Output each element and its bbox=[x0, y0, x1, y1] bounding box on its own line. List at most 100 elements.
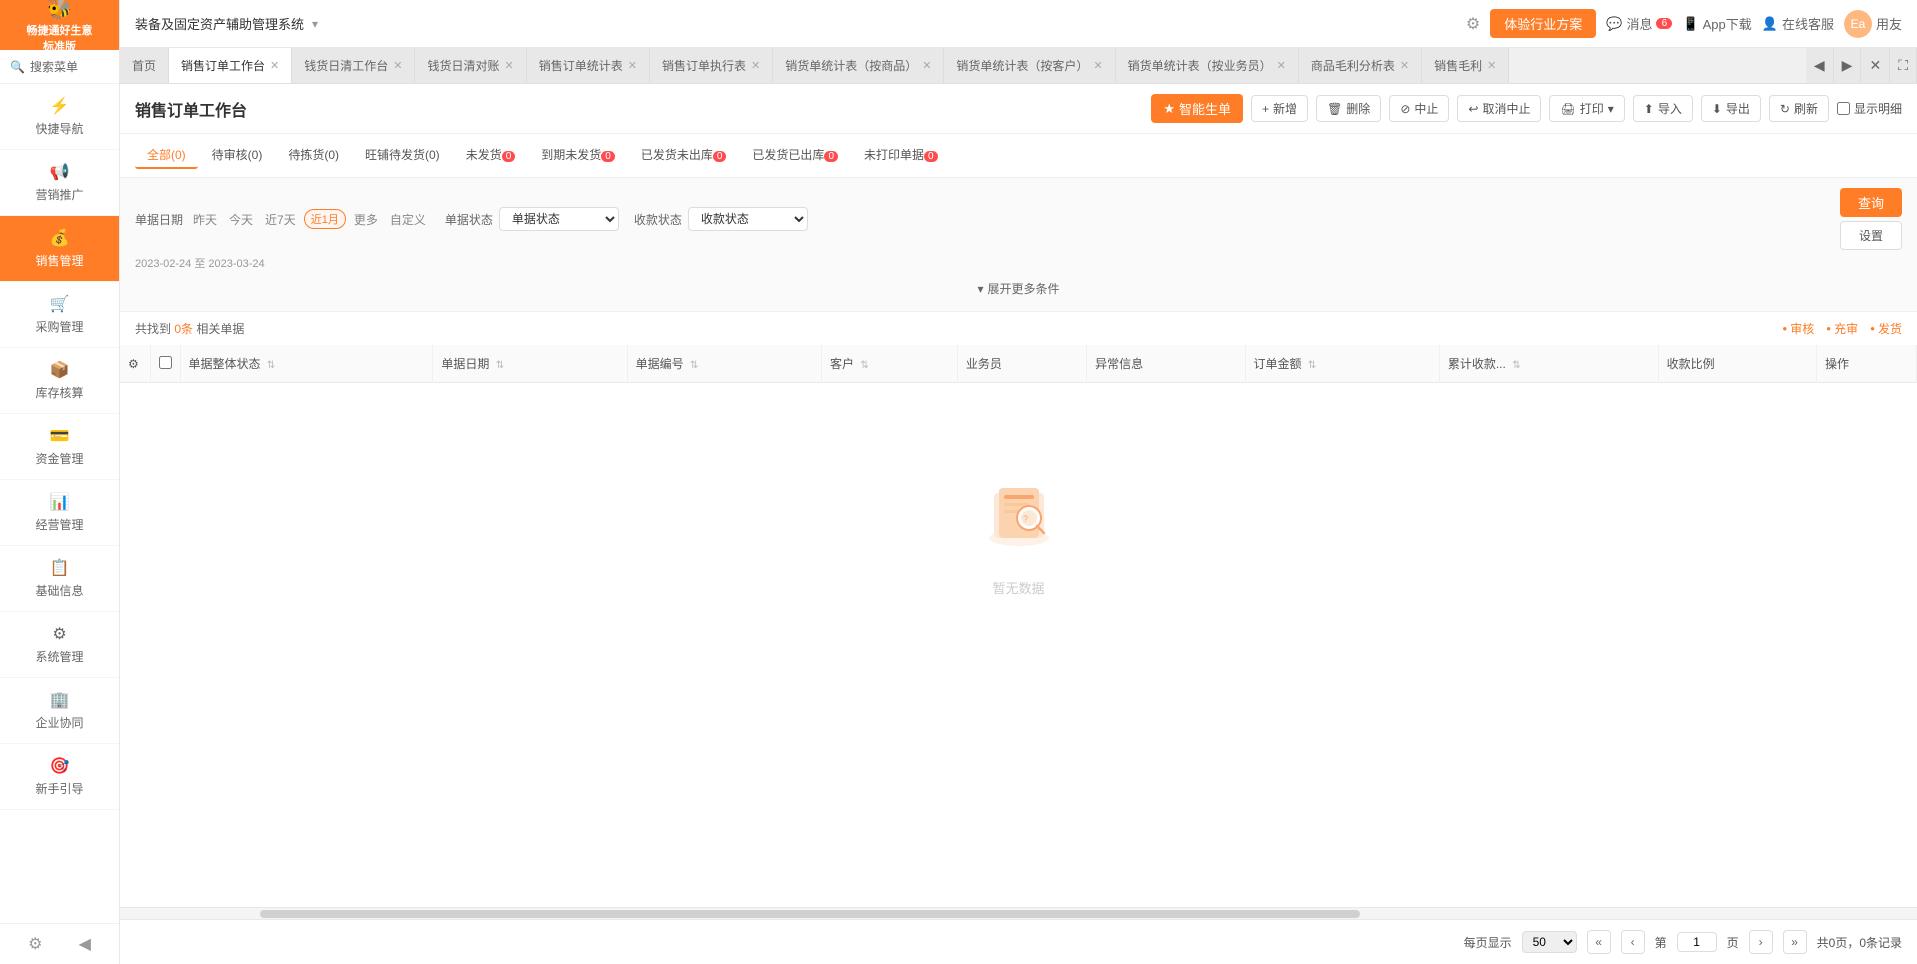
show-detail-checkbox[interactable]: 显示明细 bbox=[1837, 100, 1902, 117]
export-btn[interactable]: ⬇ 导出 bbox=[1701, 95, 1761, 122]
tab-close-7[interactable]: ✕ bbox=[1093, 59, 1102, 72]
status-select[interactable]: 单据状态 bbox=[499, 207, 619, 231]
sidebar-icon-inventory: 📦 bbox=[50, 360, 70, 380]
cancel-stop-btn[interactable]: ↩ 取消中止 bbox=[1457, 95, 1541, 122]
expand-more-btn[interactable]: ▾ 展开更多条件 bbox=[135, 276, 1902, 301]
smart-gen-btn[interactable]: ★ 智能生单 bbox=[1151, 94, 1243, 123]
filter-tab-4[interactable]: 未发货0 bbox=[454, 142, 528, 169]
settings-icon[interactable]: ⚙ bbox=[28, 934, 42, 954]
payment-select[interactable]: 收款状态 bbox=[688, 207, 808, 231]
tab-7[interactable]: 销货单统计表（按客户）✕ bbox=[944, 48, 1115, 84]
sidebar-item-quick-nav[interactable]: ⚡快捷导航 bbox=[0, 84, 119, 150]
tab-close-1[interactable]: ✕ bbox=[270, 59, 279, 72]
search-menu[interactable]: 🔍 搜索菜单 bbox=[0, 50, 119, 84]
audit-btn[interactable]: 审核 bbox=[1782, 320, 1814, 337]
topbar-dropdown-icon[interactable]: ▾ bbox=[312, 17, 318, 31]
filter-tab-7[interactable]: 已发货已出库0 bbox=[740, 142, 850, 169]
sidebar-item-sales[interactable]: 💰销售管理 bbox=[0, 216, 119, 282]
sidebar-item-enterprise[interactable]: 🏢企业协同 bbox=[0, 678, 119, 744]
tab-close-4[interactable]: ✕ bbox=[628, 59, 637, 72]
tab-0[interactable]: 首页 bbox=[120, 48, 169, 84]
tab-close-8[interactable]: ✕ bbox=[1277, 59, 1286, 72]
horizontal-scrollbar[interactable] bbox=[120, 907, 1917, 919]
query-btn[interactable]: 查询 bbox=[1840, 188, 1902, 217]
add-btn[interactable]: + 新增 bbox=[1251, 95, 1308, 122]
tab-close-10[interactable]: ✕ bbox=[1487, 59, 1496, 72]
sidebar-item-operations[interactable]: 📊经营管理 bbox=[0, 480, 119, 546]
import-btn[interactable]: ⬆ 导入 bbox=[1633, 95, 1693, 122]
user-btn[interactable]: Ea 用友 bbox=[1844, 10, 1902, 38]
sort-number-icon[interactable]: ⇅ bbox=[690, 360, 698, 371]
sidebar-item-basic-info[interactable]: 📋基础信息 bbox=[0, 546, 119, 612]
tab-next-btn[interactable]: ▶ bbox=[1834, 48, 1862, 84]
table-header-row: ⚙ 单据整体状态 ⇅ 单据日期 ⇅ bbox=[120, 345, 1917, 383]
star-icon: ★ bbox=[1163, 101, 1175, 117]
date-more[interactable]: 更多 bbox=[350, 209, 382, 230]
tab-5[interactable]: 销售订单执行表✕ bbox=[650, 48, 773, 84]
tab-9[interactable]: 商品毛利分析表✕ bbox=[1299, 48, 1422, 84]
tab-close-all-btn[interactable]: ✕ bbox=[1861, 48, 1890, 84]
first-page-btn[interactable]: « bbox=[1587, 930, 1611, 954]
stop-btn[interactable]: ⊘ 中止 bbox=[1389, 95, 1449, 122]
sidebar-item-finance[interactable]: 💳资金管理 bbox=[0, 414, 119, 480]
sort-accumulated-icon[interactable]: ⇅ bbox=[1512, 360, 1520, 371]
sort-date-icon[interactable]: ⇅ bbox=[496, 360, 504, 371]
filter-tab-0[interactable]: 全部(0) bbox=[135, 142, 198, 169]
collapse-icon[interactable]: ◀ bbox=[79, 934, 91, 954]
tab-1[interactable]: 销售订单工作台✕ bbox=[169, 48, 292, 84]
message-btn[interactable]: 💬 消息 6 bbox=[1606, 14, 1672, 33]
next-page-btn[interactable]: › bbox=[1749, 930, 1773, 954]
industry-btn[interactable]: 体验行业方案 bbox=[1490, 9, 1596, 38]
settings-gear-icon[interactable]: ⚙ bbox=[1466, 14, 1480, 34]
filter-tab-1[interactable]: 待审核(0) bbox=[200, 142, 275, 169]
tab-10[interactable]: 销售毛利✕ bbox=[1422, 48, 1509, 84]
refresh-btn[interactable]: ↻ 刷新 bbox=[1769, 95, 1829, 122]
tab-fullscreen-btn[interactable]: ⛶ bbox=[1890, 48, 1917, 84]
filter-tab-2[interactable]: 待拣货(0) bbox=[276, 142, 351, 169]
sidebar-item-marketing[interactable]: 📢营销推广 bbox=[0, 150, 119, 216]
sort-amount-icon[interactable]: ⇅ bbox=[1308, 360, 1316, 371]
sidebar-item-inventory[interactable]: 📦库存核算 bbox=[0, 348, 119, 414]
status-filter: 单据状态 单据状态 bbox=[445, 207, 619, 231]
tab-close-5[interactable]: ✕ bbox=[751, 59, 760, 72]
tab-close-9[interactable]: ✕ bbox=[1400, 59, 1409, 72]
date-7days[interactable]: 近7天 bbox=[261, 209, 300, 230]
delete-btn[interactable]: 🗑 删除 bbox=[1316, 95, 1381, 122]
online-service-btn[interactable]: 👤 在线客服 bbox=[1762, 14, 1834, 33]
select-all-checkbox[interactable] bbox=[159, 356, 172, 369]
page-number-input[interactable] bbox=[1677, 932, 1717, 952]
app-download-btn[interactable]: 📱 App下载 bbox=[1682, 14, 1751, 33]
sort-customer-icon[interactable]: ⇅ bbox=[860, 360, 868, 371]
tab-2[interactable]: 钱货日清工作台✕ bbox=[292, 48, 415, 84]
sidebar-item-purchase[interactable]: 🛒采购管理 bbox=[0, 282, 119, 348]
tab-close-6[interactable]: ✕ bbox=[922, 59, 931, 72]
date-today[interactable]: 今天 bbox=[225, 209, 257, 230]
date-1month[interactable]: 近1月 bbox=[304, 209, 346, 229]
show-detail-input[interactable] bbox=[1837, 102, 1850, 115]
filter-settings-btn[interactable]: 设置 bbox=[1840, 221, 1902, 250]
print-btn[interactable]: 🖨 打印 ▾ bbox=[1549, 95, 1624, 122]
filter-tab-3[interactable]: 旺铺待发货(0) bbox=[353, 142, 452, 169]
page-size-select[interactable]: 50 20 100 bbox=[1522, 931, 1577, 953]
print-icon: 🖨 bbox=[1560, 102, 1575, 116]
filter-tab-6[interactable]: 已发货未出库0 bbox=[629, 142, 739, 169]
sort-status-icon[interactable]: ⇅ bbox=[267, 360, 275, 371]
filter-tab-8[interactable]: 未打印单据0 bbox=[852, 142, 950, 169]
reverse-audit-btn[interactable]: 充审 bbox=[1826, 320, 1858, 337]
tab-close-3[interactable]: ✕ bbox=[505, 59, 514, 72]
filter-tab-5[interactable]: 到期未发货0 bbox=[529, 142, 627, 169]
last-page-btn[interactable]: » bbox=[1783, 930, 1807, 954]
config-icon[interactable]: ⚙ bbox=[128, 357, 139, 371]
tab-prev-btn[interactable]: ◀ bbox=[1806, 48, 1834, 84]
prev-page-btn[interactable]: ‹ bbox=[1621, 930, 1645, 954]
date-custom[interactable]: 自定义 bbox=[386, 209, 430, 230]
tab-4[interactable]: 销售订单统计表✕ bbox=[527, 48, 650, 84]
sidebar-item-guide[interactable]: 🎯新手引导 bbox=[0, 744, 119, 810]
tab-3[interactable]: 钱货日清对账✕ bbox=[415, 48, 526, 84]
ship-btn[interactable]: 发货 bbox=[1870, 320, 1902, 337]
sidebar-item-system[interactable]: ⚙系统管理 bbox=[0, 612, 119, 678]
tab-8[interactable]: 销货单统计表（按业务员）✕ bbox=[1116, 48, 1299, 84]
tab-close-2[interactable]: ✕ bbox=[393, 59, 402, 72]
date-yesterday[interactable]: 昨天 bbox=[189, 209, 221, 230]
tab-6[interactable]: 销货单统计表（按商品）✕ bbox=[773, 48, 944, 84]
